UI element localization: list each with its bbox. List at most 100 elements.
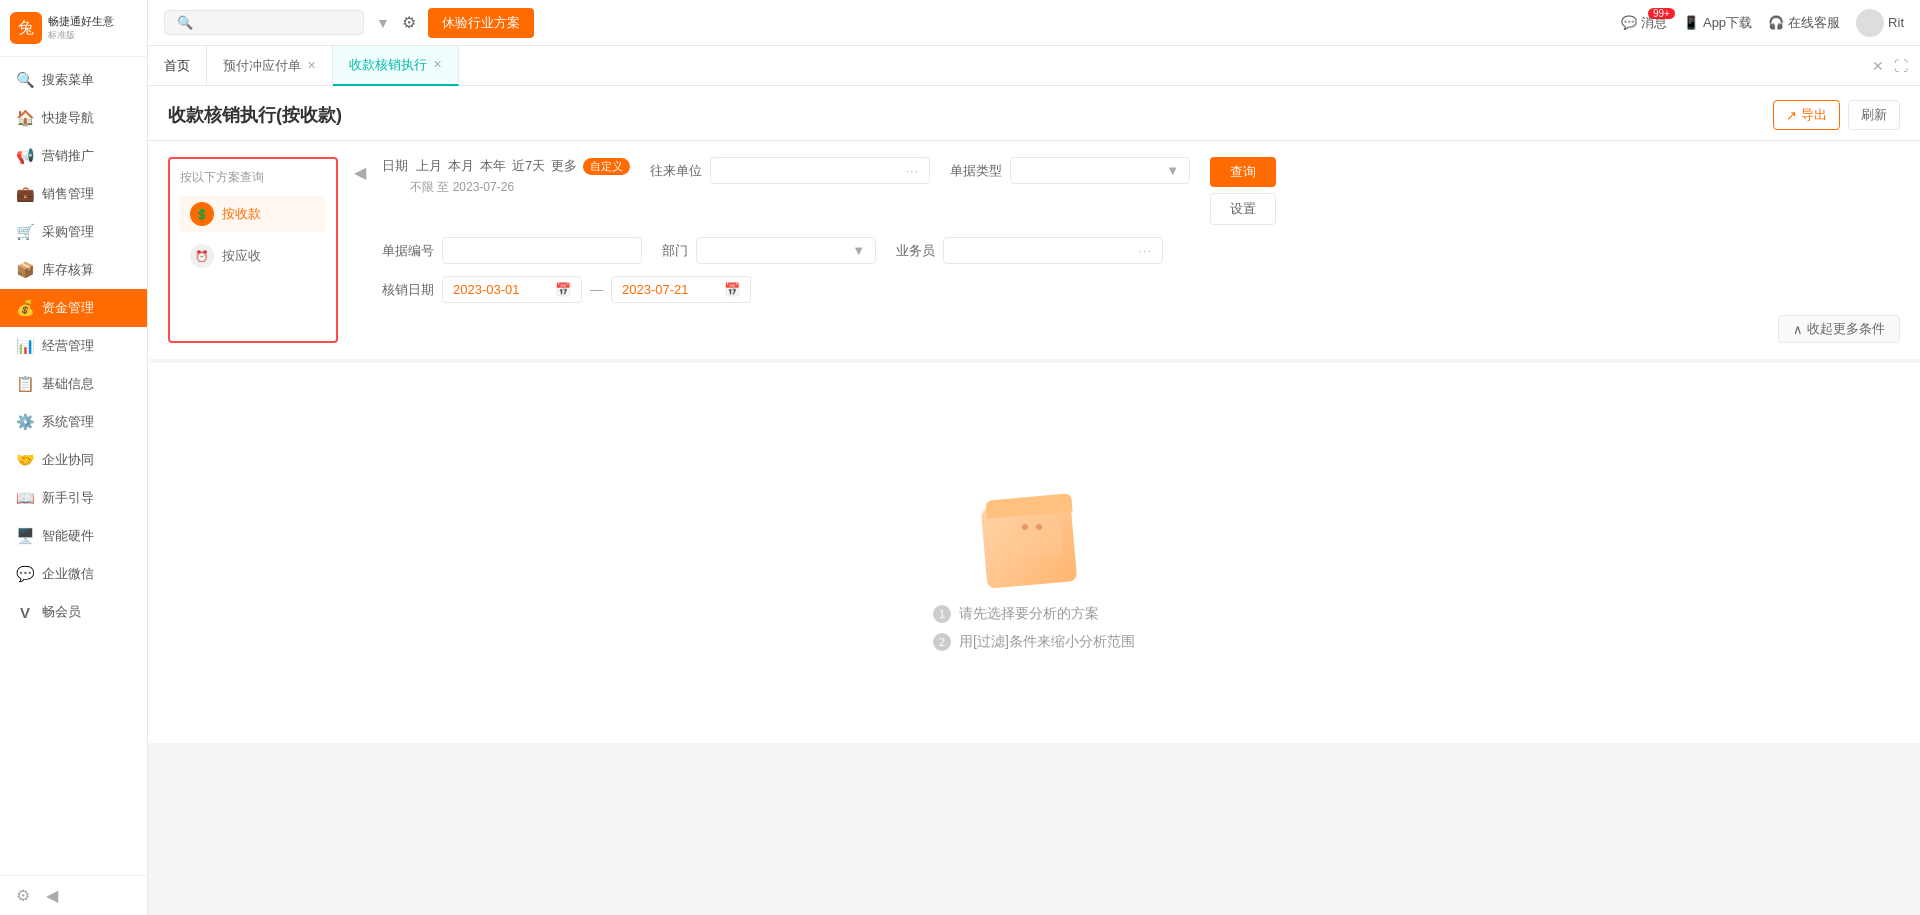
date-limit: 不限 至 2023-07-26 — [410, 179, 630, 196]
dropdown-arrow-icon[interactable]: ▼ — [376, 15, 390, 31]
hardware-icon: 🖥️ — [16, 527, 34, 545]
tab-verification-label: 收款核销执行 — [349, 56, 427, 74]
sidebar-label-basic-info: 基础信息 — [42, 375, 94, 393]
date-tab-7days[interactable]: 近7天 — [512, 157, 545, 175]
salesperson-dots-icon: ··· — [1138, 243, 1152, 258]
date-tab-this-month[interactable]: 本月 — [448, 157, 474, 175]
sidebar-label-system: 系统管理 — [42, 413, 94, 431]
user-profile[interactable]: Rit — [1856, 9, 1904, 37]
message-badge: 99+ — [1648, 8, 1675, 19]
hint-2-number: 2 — [933, 633, 951, 651]
tab-verification-close[interactable]: ✕ — [433, 58, 442, 71]
counterparty-label: 往来单位 — [650, 162, 702, 180]
verification-end-value: 2023-07-21 — [622, 282, 689, 297]
hint-1-number: 1 — [933, 605, 951, 623]
sidebar-item-hardware[interactable]: 🖥️ 智能硬件 — [0, 517, 147, 555]
online-service-action[interactable]: 🎧 在线客服 — [1768, 14, 1840, 32]
sidebar-label-marketing: 营销推广 — [42, 147, 94, 165]
doc-type-chevron-icon: ▼ — [1166, 163, 1179, 178]
tab-bar-right: ✕ ⛶ — [1860, 58, 1920, 74]
tab-prepay[interactable]: 预付冲应付单 ✕ — [207, 46, 333, 86]
search-bar[interactable]: 🔍 — [164, 10, 364, 35]
management-icon: 📊 — [16, 337, 34, 355]
sidebar-item-system[interactable]: ⚙️ 系统管理 — [0, 403, 147, 441]
filter-option-by-receipt[interactable]: 💲 按收款 — [180, 196, 326, 232]
sidebar-collapse-area: ◀ — [354, 157, 366, 343]
empty-state: 1 请先选择要分析的方案 2 用[过滤]条件来缩小分析范围 — [148, 363, 1920, 743]
maximize-tab-btn[interactable]: ⛶ — [1894, 58, 1908, 74]
counterparty-input[interactable]: ··· — [710, 157, 930, 184]
sidebar-logo: 兔 畅捷通好生意 标准版 — [0, 0, 147, 57]
date-tab-last-month[interactable]: 上月 — [416, 157, 442, 175]
tab-home-label: 首页 — [164, 57, 190, 75]
export-label: 导出 — [1801, 106, 1827, 124]
page-content: 收款核销执行(按收款) ↗ 导出 刷新 按以下方案查询 💲 按收款 — [148, 86, 1920, 915]
sidebar-item-member[interactable]: V 畅会员 — [0, 593, 147, 631]
inventory-icon: 📦 — [16, 261, 34, 279]
filter-row-1: 日期 上月 本月 本年 近7天 更多 自定义 不限 至 2 — [382, 157, 1900, 225]
filter-option-by-receivable[interactable]: ⏰ 按应收 — [180, 238, 326, 274]
collapse-filter-sidebar-btn[interactable]: ◀ — [354, 163, 366, 182]
verification-date-field: 核销日期 2023-03-01 📅 — 2023-07-21 📅 — [382, 276, 751, 303]
sidebar-item-sales[interactable]: 💼 销售管理 — [0, 175, 147, 213]
filter-row-3: 核销日期 2023-03-01 📅 — 2023-07-21 📅 — [382, 276, 1900, 303]
sidebar-item-inventory[interactable]: 📦 库存核算 — [0, 251, 147, 289]
receivable-option-icon: ⏰ — [190, 244, 214, 268]
gear-icon[interactable]: ⚙ — [402, 13, 416, 32]
filter-area: 按以下方案查询 💲 按收款 ⏰ 按应收 ◀ — [148, 141, 1920, 359]
export-btn[interactable]: ↗ 导出 — [1773, 100, 1840, 130]
query-action-area: 查询 设置 — [1210, 157, 1276, 225]
collapse-btn[interactable]: ∧ 收起更多条件 — [1778, 315, 1900, 343]
user-name: Rit — [1888, 15, 1904, 30]
message-action[interactable]: 💬 消息 99+ — [1621, 14, 1667, 32]
date-tabs-group: 上月 本月 本年 近7天 更多 自定义 — [416, 157, 630, 175]
sidebar-item-management[interactable]: 📊 经营管理 — [0, 327, 147, 365]
app-download-label: App下载 — [1703, 14, 1752, 32]
date-tab-custom[interactable]: 自定义 — [583, 158, 630, 175]
industry-btn[interactable]: 休验行业方案 — [428, 8, 534, 38]
verification-end-input[interactable]: 2023-07-21 📅 — [611, 276, 751, 303]
settings-btn[interactable]: 设置 — [1210, 193, 1276, 225]
verification-start-input[interactable]: 2023-03-01 📅 — [442, 276, 582, 303]
guide-icon: 📖 — [16, 489, 34, 507]
app-download-action[interactable]: 📱 App下载 — [1683, 14, 1752, 32]
app-name: 畅捷通好生意 — [48, 14, 114, 29]
query-btn[interactable]: 查询 — [1210, 157, 1276, 187]
sidebar-item-wechat[interactable]: 💬 企业微信 — [0, 555, 147, 593]
sidebar-item-cooperation[interactable]: 🤝 企业协同 — [0, 441, 147, 479]
close-tab-btn[interactable]: ✕ — [1872, 58, 1884, 74]
sidebar-item-search[interactable]: 🔍 搜索菜单 — [0, 61, 147, 99]
wechat-icon: 💬 — [16, 565, 34, 583]
sidebar-item-nav[interactable]: 🏠 快捷导航 — [0, 99, 147, 137]
sidebar-item-basic-info[interactable]: 📋 基础信息 — [0, 365, 147, 403]
tab-prepay-close[interactable]: ✕ — [307, 59, 316, 72]
sidebar-item-finance[interactable]: 💰 资金管理 — [0, 289, 147, 327]
verification-start-value: 2023-03-01 — [453, 282, 520, 297]
collapse-chevron-icon: ∧ — [1793, 322, 1803, 337]
empty-hints: 1 请先选择要分析的方案 2 用[过滤]条件来缩小分析范围 — [933, 605, 1135, 651]
doc-type-select[interactable]: ▼ — [1010, 157, 1190, 184]
sidebar-label-hardware: 智能硬件 — [42, 527, 94, 545]
date-tab-more[interactable]: 更多 — [551, 157, 577, 175]
filter-main: 日期 上月 本月 本年 近7天 更多 自定义 不限 至 2 — [382, 157, 1900, 343]
salesperson-input[interactable]: ··· — [943, 237, 1163, 264]
tab-home[interactable]: 首页 — [148, 46, 207, 86]
empty-box-face — [1012, 515, 1062, 555]
sidebar-item-guide[interactable]: 📖 新手引导 — [0, 479, 147, 517]
page-header-actions: ↗ 导出 刷新 — [1773, 100, 1900, 130]
collapse-sidebar-icon[interactable]: ◀ — [46, 886, 58, 905]
home-icon: 🏠 — [16, 109, 34, 127]
sidebar-item-marketing[interactable]: 📢 营销推广 — [0, 137, 147, 175]
collapse-label: 收起更多条件 — [1807, 320, 1885, 338]
sidebar-item-purchase[interactable]: 🛒 采购管理 — [0, 213, 147, 251]
dept-select[interactable]: ▼ — [696, 237, 876, 264]
marketing-icon: 📢 — [16, 147, 34, 165]
doc-no-input[interactable] — [442, 237, 642, 264]
date-tab-this-year[interactable]: 本年 — [480, 157, 506, 175]
refresh-btn[interactable]: 刷新 — [1848, 100, 1900, 130]
calendar-end-icon: 📅 — [724, 282, 740, 297]
tab-verification[interactable]: 收款核销执行 ✕ — [333, 46, 459, 86]
sidebar-label-nav: 快捷导航 — [42, 109, 94, 127]
cooperation-icon: 🤝 — [16, 451, 34, 469]
settings-bottom-icon[interactable]: ⚙ — [16, 886, 30, 905]
